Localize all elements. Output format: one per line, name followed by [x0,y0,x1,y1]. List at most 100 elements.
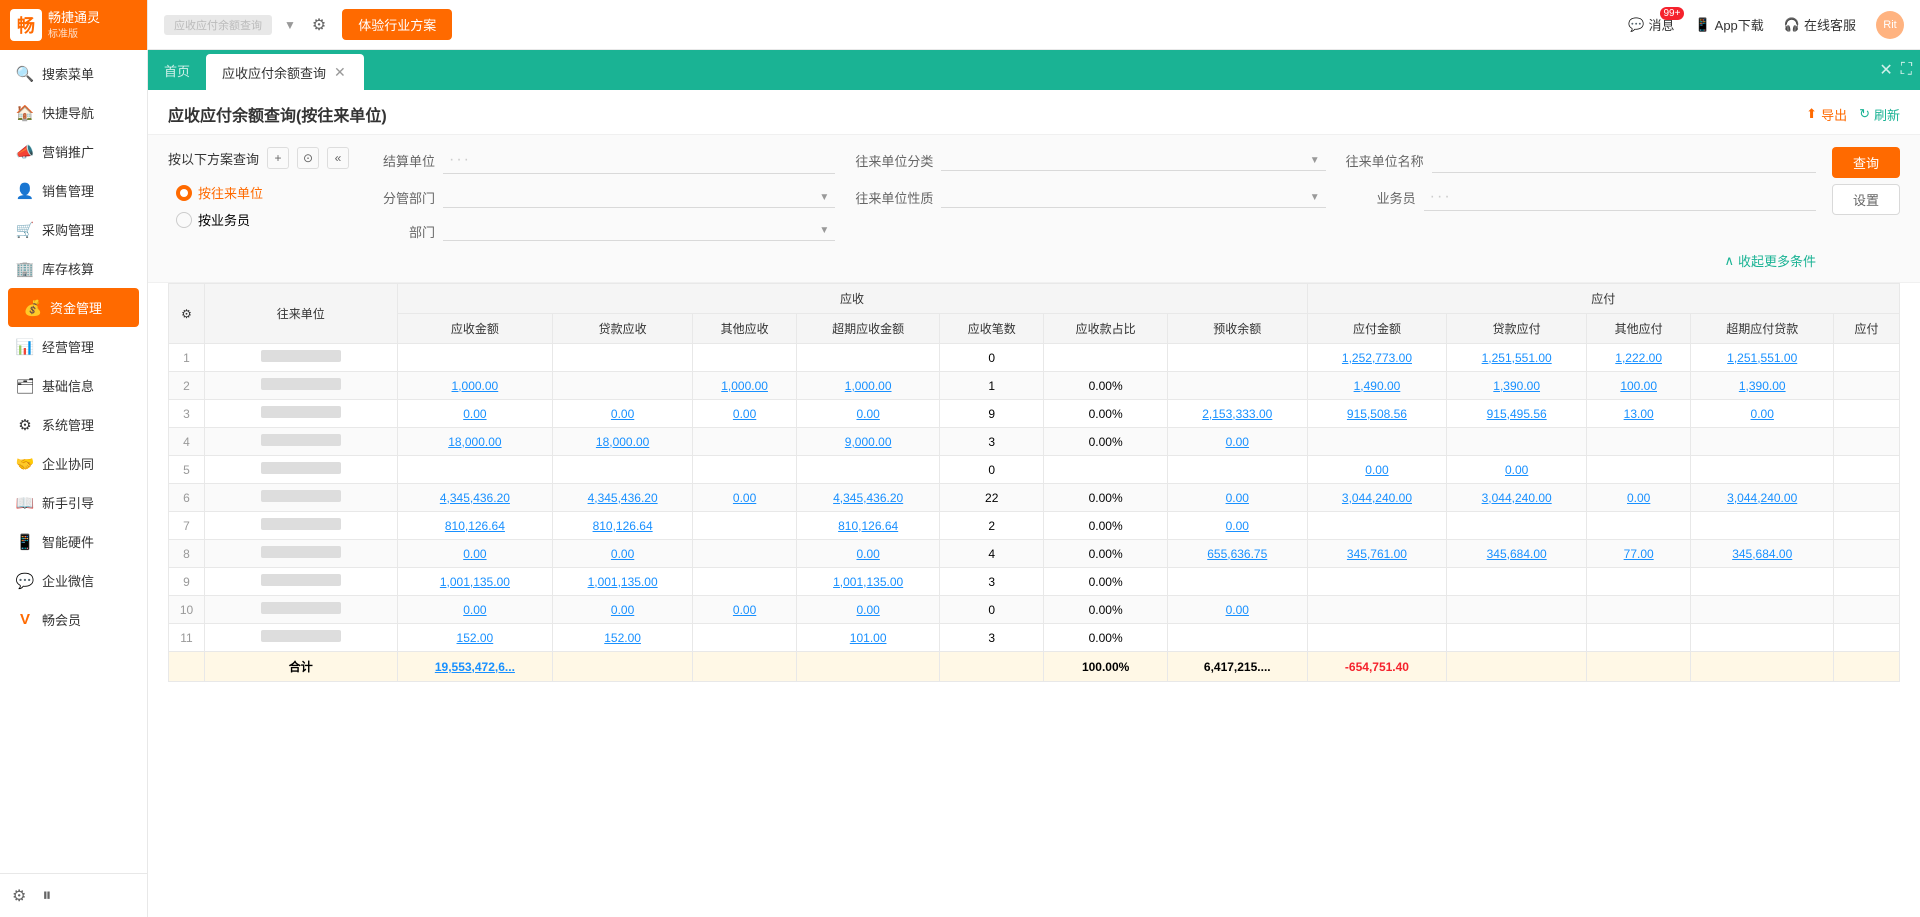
table-area: ⚙ 往来单位 应收 应付 应收金额 贷款应收 其他应收 超期应收金额 应收笔数 … [148,283,1920,917]
sidebar-item-purchase[interactable]: 🛒 采购管理 [0,210,147,249]
scheme-item-staff[interactable]: 按业务员 [176,206,349,233]
header-gear-icon[interactable]: ⚙ [312,15,326,35]
inventory-icon: 🏢 [16,260,34,278]
scheme-list: 按往来单位 按业务员 [176,179,349,233]
th-ap-loan: 贷款应付 [1447,314,1587,344]
sidebar-item-label: 基础信息 [42,376,94,395]
th-ap-amt: 应付金额 [1307,314,1447,344]
th-ar-loan: 贷款应收 [553,314,693,344]
service-label: 在线客服 [1804,15,1856,34]
sales-icon: 👤 [16,182,34,200]
salesperson-input[interactable]: ··· [1424,184,1816,211]
sidebar-item-wechat[interactable]: 💬 企业微信 [0,561,147,600]
setting-button[interactable]: 设置 [1832,184,1900,215]
tab-home[interactable]: 首页 [148,50,206,90]
unit-category-input[interactable]: ▼ [941,151,1325,171]
edit-scheme-icon[interactable]: ⊙ [297,147,319,169]
page-title: 应收应付余额查询(按往来单位) [168,102,387,126]
header-message[interactable]: 💬 消息 99+ [1628,15,1674,34]
table-row: 11152.00152.00101.0030.00% [169,624,1900,652]
main-content: 应收应付余额查询(按往来单位) ⬆ 导出 ↻ 刷新 按以下方案查询 [148,90,1920,917]
settlement-unit-dots: ··· [449,151,471,169]
tab-close-all-icon[interactable]: ✕ [1879,60,1892,80]
sidebar-footer: ⚙ ⏸ [0,873,147,917]
total-ar-amt: 19,553,472,6... [397,652,553,682]
tab-ar-ap[interactable]: 应收应付余额查询 ✕ [206,54,364,90]
table-row: 7810,126.64810,126.64810,126.6420.00%0.0… [169,512,1900,540]
trial-btn[interactable]: 体验行业方案 [342,9,452,40]
department-input[interactable]: ▼ [443,221,835,241]
export-button[interactable]: ⬆ 导出 [1806,105,1847,124]
add-scheme-icon[interactable]: + [267,147,289,169]
more-scheme-icon[interactable]: « [327,147,349,169]
table-row: 500.000.00 [169,456,1900,484]
scheme-item-unit[interactable]: 按往来单位 [176,179,349,206]
scheme-inactive-dot [176,212,192,228]
th-ar-amt: 应收金额 [397,314,553,344]
sidebar-item-label: 营销推广 [42,142,94,161]
field-unit-name: 往来单位名称 [1346,147,1816,174]
tab-expand-icon[interactable]: ⛶ [1901,61,1912,79]
dept-input[interactable]: ▼ [443,188,835,208]
field-unit-nature: 往来单位性质 ▼ [855,184,1325,211]
th-ar-overdue: 超期应收金额 [797,314,940,344]
th-ar-other: 其他应收 [692,314,796,344]
base-icon: 🗂 [16,377,34,395]
message-icon: 💬 [1628,17,1644,33]
breadcrumb-chevron-icon[interactable]: ▼ [284,18,296,32]
sidebar-item-base[interactable]: 🗂 基础信息 [0,366,147,405]
logo-title: 畅捷通灵 [48,10,100,26]
collapse-icon: ∧ [1724,253,1734,269]
table-header-unit: 往来单位 [205,284,398,344]
table-row: 100.000.000.000.0000.00%0.00 [169,596,1900,624]
sidebar-item-guide[interactable]: 📖 新手引导 [0,483,147,522]
header-right: 💬 消息 99+ 📱 App下载 🎧 在线客服 Rit [1628,11,1904,39]
unit-name-input[interactable] [1432,149,1816,173]
header-online-service[interactable]: 🎧 在线客服 [1784,15,1856,34]
field-dept: 分管部门 ▼ [365,184,835,211]
salesperson-dots: ··· [1430,188,1452,206]
sidebar-item-quick-nav[interactable]: 🏠 快捷导航 [0,93,147,132]
refresh-button[interactable]: ↻ 刷新 [1859,105,1900,124]
sidebar-item-finance[interactable]: 💰 资金管理 [8,288,139,327]
collapse-conditions-btn[interactable]: ∧ 收起更多条件 [1724,251,1816,270]
scheme-label: 按以下方案查询 [168,149,259,168]
sidebar-logo: 畅 畅捷通灵 标准版 [0,0,147,50]
th-ap-rest: 应付 [1834,314,1900,344]
refresh-icon: ↻ [1859,106,1870,122]
logo-icon: 畅 [10,9,42,41]
department-label: 部门 [365,222,435,241]
query-button[interactable]: 查询 [1832,147,1900,178]
sidebar-item-search[interactable]: 🔍 搜索菜单 [0,54,147,93]
header-app-download[interactable]: 📱 App下载 [1694,15,1763,34]
settings-footer-icon[interactable]: ⚙ [12,886,26,906]
collapse-sidebar-icon[interactable]: ⏸ [42,885,51,906]
search-area: 按以下方案查询 + ⊙ « 按往来单位 按业务员 [148,135,1920,283]
scheme-unit-label: 按往来单位 [198,183,263,202]
unit-category-arrow-icon: ▼ [1310,155,1320,166]
purchase-icon: 🛒 [16,221,34,239]
table-settings-icon[interactable]: ⚙ [181,307,192,321]
settlement-unit-input[interactable]: ··· [443,147,835,174]
tab-ar-ap-label: 应收应付余额查询 [222,63,326,82]
sidebar-item-corp[interactable]: 🤝 企业协同 [0,444,147,483]
sidebar-item-sales[interactable]: 👤 销售管理 [0,171,147,210]
th-ar-prepay: 预收余额 [1167,314,1307,344]
sidebar-item-marketing[interactable]: 📣 营销推广 [0,132,147,171]
sidebar-item-system[interactable]: ⚙ 系统管理 [0,405,147,444]
sidebar-item-hardware[interactable]: 📱 智能硬件 [0,522,147,561]
field-department: 部门 ▼ [365,221,835,241]
sidebar-item-label: 系统管理 [42,415,94,434]
home-icon: 🏠 [16,104,34,122]
guide-icon: 📖 [16,494,34,512]
sidebar-item-operation[interactable]: 📊 经营管理 [0,327,147,366]
unit-nature-input[interactable]: ▼ [941,188,1325,208]
tab-close-icon[interactable]: ✕ [332,64,348,81]
user-avatar-area[interactable]: Rit [1876,11,1904,39]
search-fields: 结算单位 ··· 往来单位分类 ▼ [365,147,1816,241]
sidebar-item-vip[interactable]: V 畅会员 [0,600,147,639]
table-row: 64,345,436.204,345,436.200.004,345,436.2… [169,484,1900,512]
table-header-settings[interactable]: ⚙ [169,284,205,344]
total-ap-amt: -654,751.40 [1307,652,1447,682]
sidebar-item-inventory[interactable]: 🏢 库存核算 [0,249,147,288]
